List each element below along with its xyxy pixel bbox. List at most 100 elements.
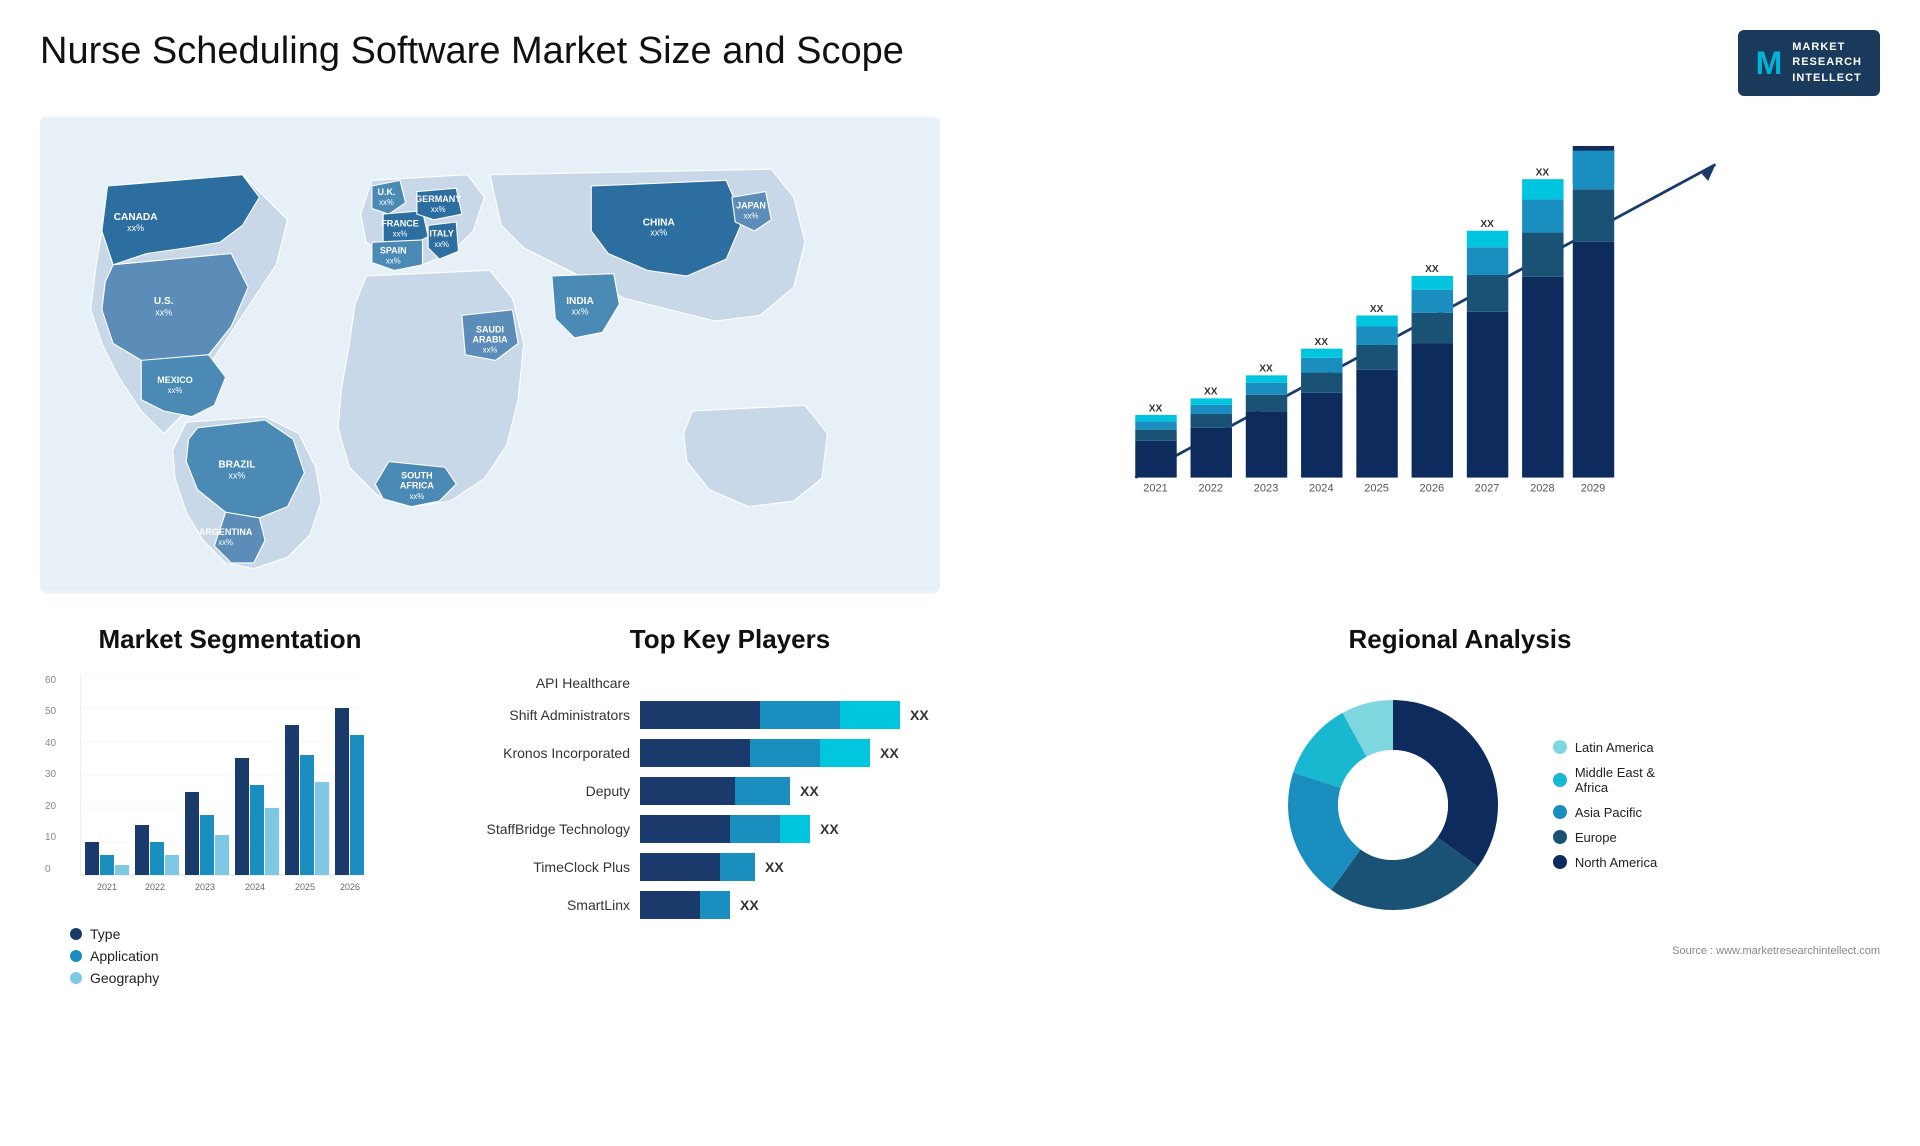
svg-text:xx%: xx% xyxy=(386,257,401,266)
legend-geography-label: Geography xyxy=(90,970,159,986)
regional-section: Regional Analysis xyxy=(1040,624,1880,986)
svg-text:2021: 2021 xyxy=(97,882,117,892)
bar-seg-dark xyxy=(640,739,750,767)
bar-seg-dark xyxy=(640,701,760,729)
bar-seg-mid xyxy=(700,891,730,919)
svg-text:XX: XX xyxy=(1480,219,1494,230)
y-label-0: 0 xyxy=(45,864,56,875)
legend-latin-dot xyxy=(1553,740,1567,754)
svg-text:xx%: xx% xyxy=(431,205,446,214)
player-xx-kronos: XX xyxy=(880,745,899,761)
y-label-40: 40 xyxy=(45,738,56,749)
svg-text:FRANCE: FRANCE xyxy=(381,219,419,229)
player-bar-timeclock-bars xyxy=(640,853,755,881)
svg-text:2025: 2025 xyxy=(1364,483,1389,495)
player-bar-smartlinx-bars xyxy=(640,891,730,919)
legend-apac: Asia Pacific xyxy=(1553,805,1657,820)
svg-text:XX: XX xyxy=(1536,168,1550,179)
svg-text:GERMANY: GERMANY xyxy=(415,194,461,204)
player-bar-shift: XX xyxy=(640,701,1010,729)
player-bar-kronos-bars xyxy=(640,739,870,767)
y-label-20: 20 xyxy=(45,801,56,812)
svg-text:xx%: xx% xyxy=(434,240,449,249)
legend-mea-dot xyxy=(1553,773,1567,787)
svg-text:U.S.: U.S. xyxy=(154,296,174,307)
bottom-section: Market Segmentation 0 10 20 30 40 50 60 xyxy=(40,624,1880,986)
svg-text:AFRICA: AFRICA xyxy=(400,481,434,491)
bar-seg-mid xyxy=(760,701,840,729)
y-label-30: 30 xyxy=(45,769,56,780)
bar-seg-light xyxy=(820,739,870,767)
player-bar-staffbridge: XX xyxy=(640,815,1010,843)
svg-text:2026: 2026 xyxy=(340,882,360,892)
svg-text:2025: 2025 xyxy=(295,882,315,892)
player-row-api: API Healthcare xyxy=(450,675,1010,691)
player-bar-smartlinx: XX xyxy=(640,891,1010,919)
svg-text:2022: 2022 xyxy=(1199,483,1224,495)
legend-north-america-dot xyxy=(1553,855,1567,869)
legend-geography: Geography xyxy=(70,970,420,986)
svg-text:2028: 2028 xyxy=(1530,483,1555,495)
logo-icon: M xyxy=(1756,45,1783,82)
svg-text:2022: 2022 xyxy=(145,882,165,892)
key-players-title: Top Key Players xyxy=(450,624,1010,655)
player-row-shift: Shift Administrators XX xyxy=(450,701,1010,729)
svg-text:BRAZIL: BRAZIL xyxy=(218,459,255,470)
player-xx-shift: XX xyxy=(910,707,929,723)
player-name-deputy: Deputy xyxy=(450,783,630,799)
player-row-smartlinx: SmartLinx XX xyxy=(450,891,1010,919)
legend-mea: Middle East &Africa xyxy=(1553,765,1657,795)
key-players-section: Top Key Players API Healthcare Shift Adm… xyxy=(450,624,1010,986)
svg-text:xx%: xx% xyxy=(168,386,183,395)
top-section: CANADA xx% U.S. xx% MEXICO xx% BRAZIL xx… xyxy=(40,116,1880,594)
svg-text:2021: 2021 xyxy=(1143,483,1168,495)
svg-text:SOUTH: SOUTH xyxy=(401,471,433,481)
svg-text:SAUDI: SAUDI xyxy=(476,324,504,334)
bar-seg-light xyxy=(840,701,900,729)
player-name-smartlinx: SmartLinx xyxy=(450,897,630,913)
svg-text:SPAIN: SPAIN xyxy=(380,246,407,256)
svg-text:XX: XX xyxy=(1315,337,1329,348)
legend-type-label: Type xyxy=(90,926,120,942)
player-row-timeclock: TimeClock Plus XX xyxy=(450,853,1010,881)
legend-apac-dot xyxy=(1553,805,1567,819)
y-label-10: 10 xyxy=(45,832,56,843)
legend-north-america: North America xyxy=(1553,855,1657,870)
bar-seg-dark xyxy=(640,815,730,843)
player-row-kronos: Kronos Incorporated XX xyxy=(450,739,1010,767)
svg-text:2024: 2024 xyxy=(245,882,265,892)
y-label-60: 60 xyxy=(45,675,56,686)
legend-geography-dot xyxy=(70,972,82,984)
svg-text:JAPAN: JAPAN xyxy=(736,201,766,211)
player-row-deputy: Deputy XX xyxy=(450,777,1010,805)
svg-text:XX: XX xyxy=(1259,364,1273,375)
legend-type-dot xyxy=(70,928,82,940)
svg-text:2029: 2029 xyxy=(1581,483,1606,495)
svg-text:XX: XX xyxy=(1586,146,1600,151)
legend-latin-label: Latin America xyxy=(1575,740,1654,755)
bar-seg-mid xyxy=(730,815,780,843)
bar-seg-dark xyxy=(640,777,735,805)
legend-europe-dot xyxy=(1553,830,1567,844)
svg-text:CANADA: CANADA xyxy=(114,212,159,223)
player-bar-kronos: XX xyxy=(640,739,1010,767)
svg-text:U.K.: U.K. xyxy=(378,187,396,197)
player-list: API Healthcare Shift Administrators XX K… xyxy=(450,675,1010,919)
svg-text:XX: XX xyxy=(1204,387,1218,398)
svg-text:xx%: xx% xyxy=(409,492,424,501)
donut-legend: Latin America Middle East &Africa Asia P… xyxy=(1553,740,1657,870)
legend-europe: Europe xyxy=(1553,830,1657,845)
svg-text:2023: 2023 xyxy=(1254,483,1279,495)
player-row-staffbridge: StaffBridge Technology XX xyxy=(450,815,1010,843)
page-title: Nurse Scheduling Software Market Size an… xyxy=(40,30,904,73)
player-bar-deputy: XX xyxy=(640,777,1010,805)
legend-apac-label: Asia Pacific xyxy=(1575,805,1642,820)
player-bar-staffbridge-bars xyxy=(640,815,810,843)
player-bar-timeclock: XX xyxy=(640,853,1010,881)
svg-text:XX: XX xyxy=(1425,264,1439,275)
bar-seg-dark xyxy=(640,853,720,881)
bar-seg-mid xyxy=(720,853,755,881)
player-name-staffbridge: StaffBridge Technology xyxy=(450,821,630,837)
svg-text:xx%: xx% xyxy=(228,471,245,481)
map-section: CANADA xx% U.S. xx% MEXICO xx% BRAZIL xx… xyxy=(40,116,940,594)
